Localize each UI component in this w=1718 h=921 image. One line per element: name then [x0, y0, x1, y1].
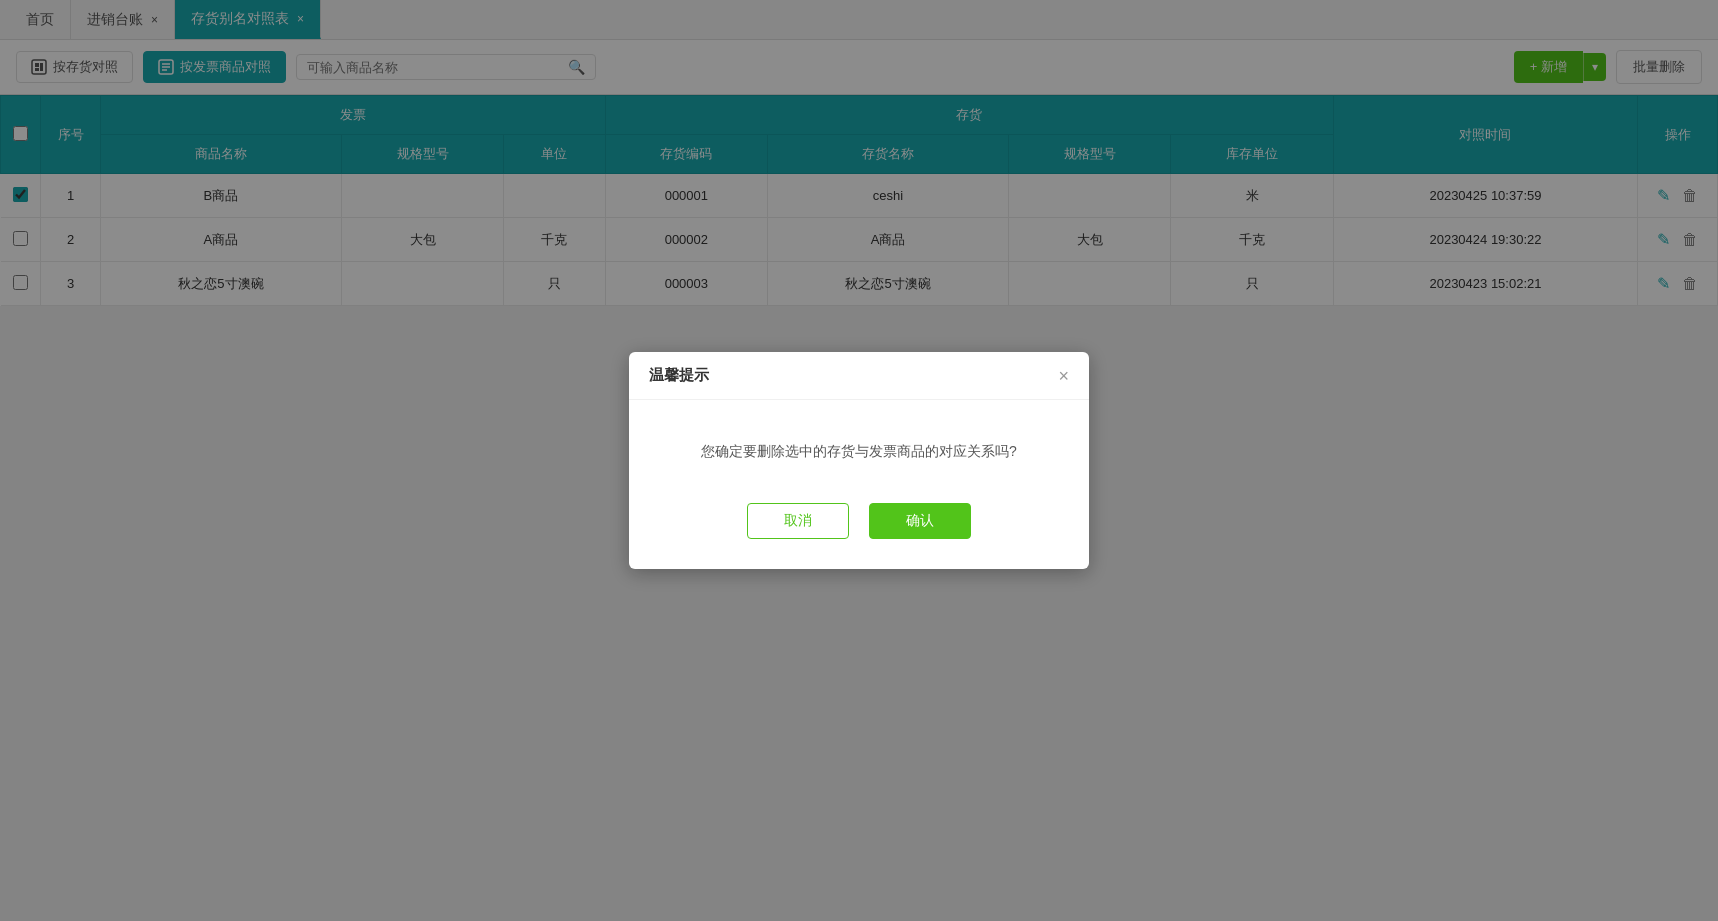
modal-overlay: 温馨提示 × 您确定要删除选中的存货与发票商品的对应关系吗? 取消 确认: [0, 0, 1718, 306]
